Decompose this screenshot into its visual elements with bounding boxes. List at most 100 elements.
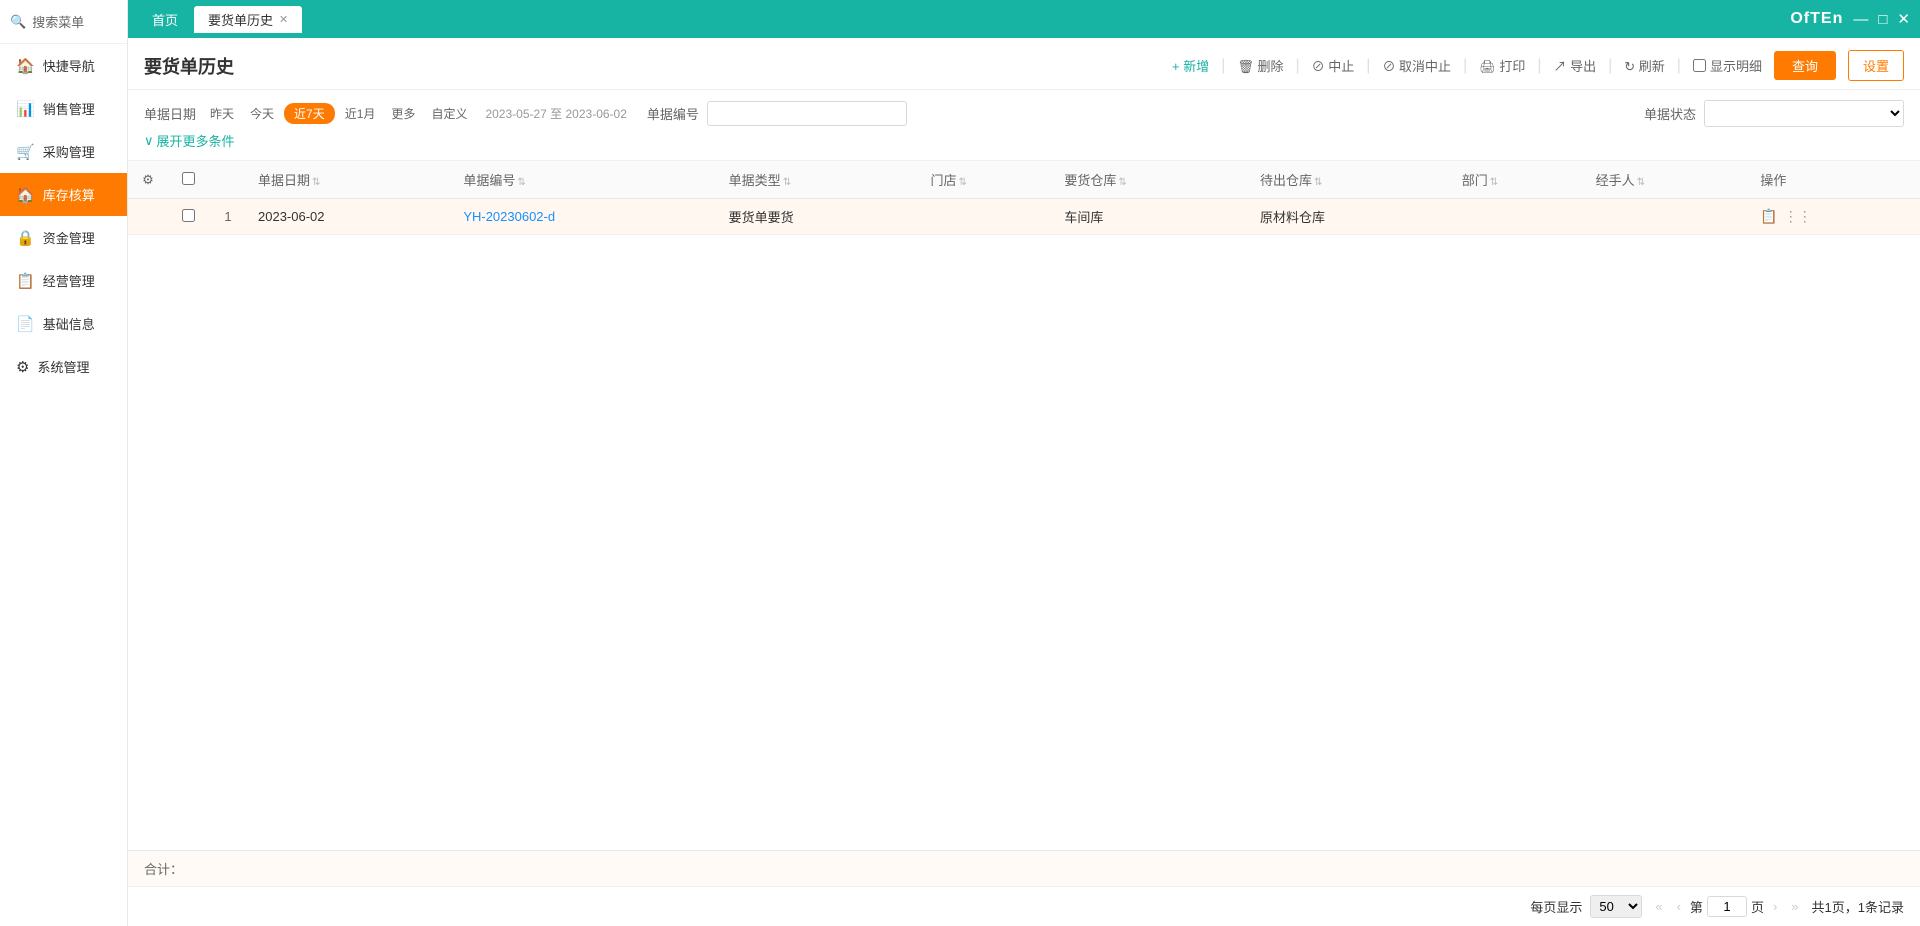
date-btn-7days[interactable]: 近7天 — [284, 103, 335, 124]
system-icon: ⚙ — [16, 358, 29, 376]
refresh-button[interactable]: ↻ 刷新 — [1624, 56, 1665, 75]
filter-area: 单据日期 昨天 今天 近7天 近1月 更多 自定义 2023-05-27 至 2… — [128, 90, 1920, 161]
new-button[interactable]: + 新增 — [1172, 56, 1209, 75]
topbar-right: OfTEn — □ ✕ — [1790, 10, 1910, 28]
table-body: 1 2023-06-02 YH-20230602-d 要货单要货 车间库 原材料… — [128, 199, 1920, 235]
first-page-btn[interactable]: « — [1650, 897, 1667, 916]
table-footer: 合计： — [128, 850, 1920, 886]
col-doc-number-label: 单据编号 — [463, 173, 515, 188]
print-button[interactable]: 🖨 打印 — [1479, 56, 1525, 75]
doc-status-label: 单据状态 — [1644, 104, 1696, 123]
date-btn-yesterday[interactable]: 昨天 — [204, 103, 240, 124]
jump-label: 第 — [1690, 897, 1703, 916]
action-icons: 📋 ⋮⋮ — [1760, 208, 1910, 225]
tab-home[interactable]: 首页 — [138, 6, 192, 33]
col-store[interactable]: 门店⇅ — [920, 161, 1054, 199]
sidebar: 🔍 搜索菜单 🏠 快捷导航 📊 销售管理 🛒 采购管理 🏠 库存核算 🔒 资金管… — [0, 0, 128, 926]
col-doc-type[interactable]: 单据类型⇅ — [719, 161, 921, 199]
page-number-input[interactable] — [1707, 896, 1747, 917]
doc-number-label: 单据编号 — [647, 104, 699, 123]
date-btn-custom[interactable]: 自定义 — [425, 103, 473, 124]
close-btn[interactable]: ✕ — [1897, 10, 1910, 28]
doc-date-label: 单据日期 — [144, 104, 196, 123]
sidebar-item-operation[interactable]: 📋 经营管理 — [0, 259, 127, 302]
show-detail-checkbox[interactable]: 显示明细 — [1693, 56, 1762, 75]
doc-number-input[interactable] — [707, 101, 907, 126]
sidebar-item-finance[interactable]: 🔒 资金管理 — [0, 216, 127, 259]
page-header: 要货单历史 + 新增 | 🗑 删除 | ⊘ 中止 | ⊘ 取消中止 | 🖨 打印… — [128, 38, 1920, 90]
sidebar-search[interactable]: 🔍 搜索菜单 — [0, 0, 127, 44]
settings-button[interactable]: 设置 — [1848, 50, 1904, 81]
sidebar-item-basic[interactable]: 📄 基础信息 — [0, 302, 127, 345]
row-doc-type: 要货单要货 — [719, 199, 921, 235]
col-action-label: 操作 — [1760, 173, 1786, 188]
sidebar-search-label: 搜索菜单 — [32, 12, 84, 31]
sort-icon-type: ⇅ — [783, 177, 791, 188]
col-settings[interactable]: ⚙ — [128, 161, 168, 199]
query-button[interactable]: 查询 — [1774, 51, 1836, 80]
col-req-warehouse[interactable]: 要货仓库⇅ — [1054, 161, 1250, 199]
col-handler[interactable]: 经手人⇅ — [1586, 161, 1751, 199]
select-all-checkbox[interactable] — [182, 172, 195, 185]
row-check — [168, 199, 208, 235]
tab-history-label: 要货单历史 — [208, 10, 273, 29]
cancel-stop-button[interactable]: ⊘ 取消中止 — [1382, 56, 1451, 75]
expand-label: 展开更多条件 — [157, 131, 235, 150]
sidebar-item-sales[interactable]: 📊 销售管理 — [0, 87, 127, 130]
sidebar-item-system-label: 系统管理 — [37, 357, 89, 376]
prev-page-btn[interactable]: ‹ — [1672, 897, 1686, 916]
tab-history-close[interactable]: ✕ — [279, 13, 288, 26]
operation-icon: 📋 — [16, 272, 35, 290]
col-dept[interactable]: 部门⇅ — [1452, 161, 1586, 199]
filter-row-1: 单据日期 昨天 今天 近7天 近1月 更多 自定义 2023-05-27 至 2… — [144, 100, 1904, 127]
row-doc-date: 2023-06-02 — [248, 199, 453, 235]
per-page-label: 每页显示 — [1530, 897, 1582, 916]
col-doc-date-label: 单据日期 — [258, 173, 310, 188]
sep3: | — [1366, 57, 1370, 75]
doc-status-select[interactable] — [1704, 100, 1904, 127]
page-label: 页 — [1751, 897, 1764, 916]
pagination: 每页显示 50 10 20 100 « ‹ 第 页 › » 共1页，1条记录 — [128, 886, 1920, 926]
tab-history[interactable]: 要货单历史 ✕ — [194, 6, 302, 33]
next-page-btn[interactable]: › — [1768, 897, 1782, 916]
row-checkbox[interactable] — [182, 209, 195, 222]
delete-button[interactable]: 🗑 删除 — [1237, 56, 1283, 75]
col-doc-date[interactable]: 单据日期⇅ — [248, 161, 453, 199]
export-button[interactable]: ↗ 导出 — [1554, 56, 1597, 75]
table-container: ⚙ 单据日期⇅ 单据编号⇅ 单据类型⇅ 门店⇅ 要货仓库⇅ 待出仓库⇅ 部门⇅ … — [128, 161, 1920, 850]
sep5: | — [1537, 57, 1541, 75]
date-buttons: 昨天 今天 近7天 近1月 更多 自定义 — [204, 103, 473, 124]
sep7: | — [1677, 57, 1681, 75]
col-num — [208, 161, 248, 199]
total-info: 共1页，1条记录 — [1812, 897, 1904, 916]
date-btn-today[interactable]: 今天 — [244, 103, 280, 124]
row-actions: 📋 ⋮⋮ — [1750, 199, 1920, 235]
more-icon[interactable]: ⋮⋮ — [1784, 208, 1812, 225]
row-num: 1 — [208, 199, 248, 235]
data-table: ⚙ 单据日期⇅ 单据编号⇅ 单据类型⇅ 门店⇅ 要货仓库⇅ 待出仓库⇅ 部门⇅ … — [128, 161, 1920, 235]
toolbar: + 新增 | 🗑 删除 | ⊘ 中止 | ⊘ 取消中止 | 🖨 打印 | ↗ 导… — [1172, 50, 1904, 81]
table-header-row: ⚙ 单据日期⇅ 单据编号⇅ 单据类型⇅ 门店⇅ 要货仓库⇅ 待出仓库⇅ 部门⇅ … — [128, 161, 1920, 199]
col-store-label: 门店 — [930, 173, 956, 188]
show-detail-input[interactable] — [1693, 59, 1706, 72]
maximize-btn[interactable]: □ — [1878, 11, 1887, 28]
sidebar-item-inventory[interactable]: 🏠 库存核算 — [0, 173, 127, 216]
col-action: 操作 — [1750, 161, 1920, 199]
sort-icon-handler: ⇅ — [1637, 177, 1645, 188]
row-handler — [1586, 199, 1751, 235]
date-btn-1month[interactable]: 近1月 — [339, 103, 382, 124]
minimize-btn[interactable]: — — [1853, 11, 1868, 28]
sidebar-item-purchase[interactable]: 🛒 采购管理 — [0, 130, 127, 173]
stop-button[interactable]: ⊘ 中止 — [1312, 56, 1355, 75]
last-page-btn[interactable]: » — [1786, 897, 1803, 916]
sidebar-item-home[interactable]: 🏠 快捷导航 — [0, 44, 127, 87]
doc-number-link[interactable]: YH-20230602-d — [463, 209, 555, 224]
date-btn-more[interactable]: 更多 — [385, 103, 421, 124]
doc-status-filter: 单据状态 — [1644, 100, 1904, 127]
col-doc-number[interactable]: 单据编号⇅ — [453, 161, 718, 199]
per-page-select[interactable]: 50 10 20 100 — [1590, 895, 1642, 918]
col-pending-warehouse[interactable]: 待出仓库⇅ — [1250, 161, 1452, 199]
edit-icon[interactable]: 📋 — [1760, 208, 1777, 225]
sidebar-item-system[interactable]: ⚙ 系统管理 — [0, 345, 127, 388]
expand-button[interactable]: ∨ 展开更多条件 — [144, 131, 1904, 150]
